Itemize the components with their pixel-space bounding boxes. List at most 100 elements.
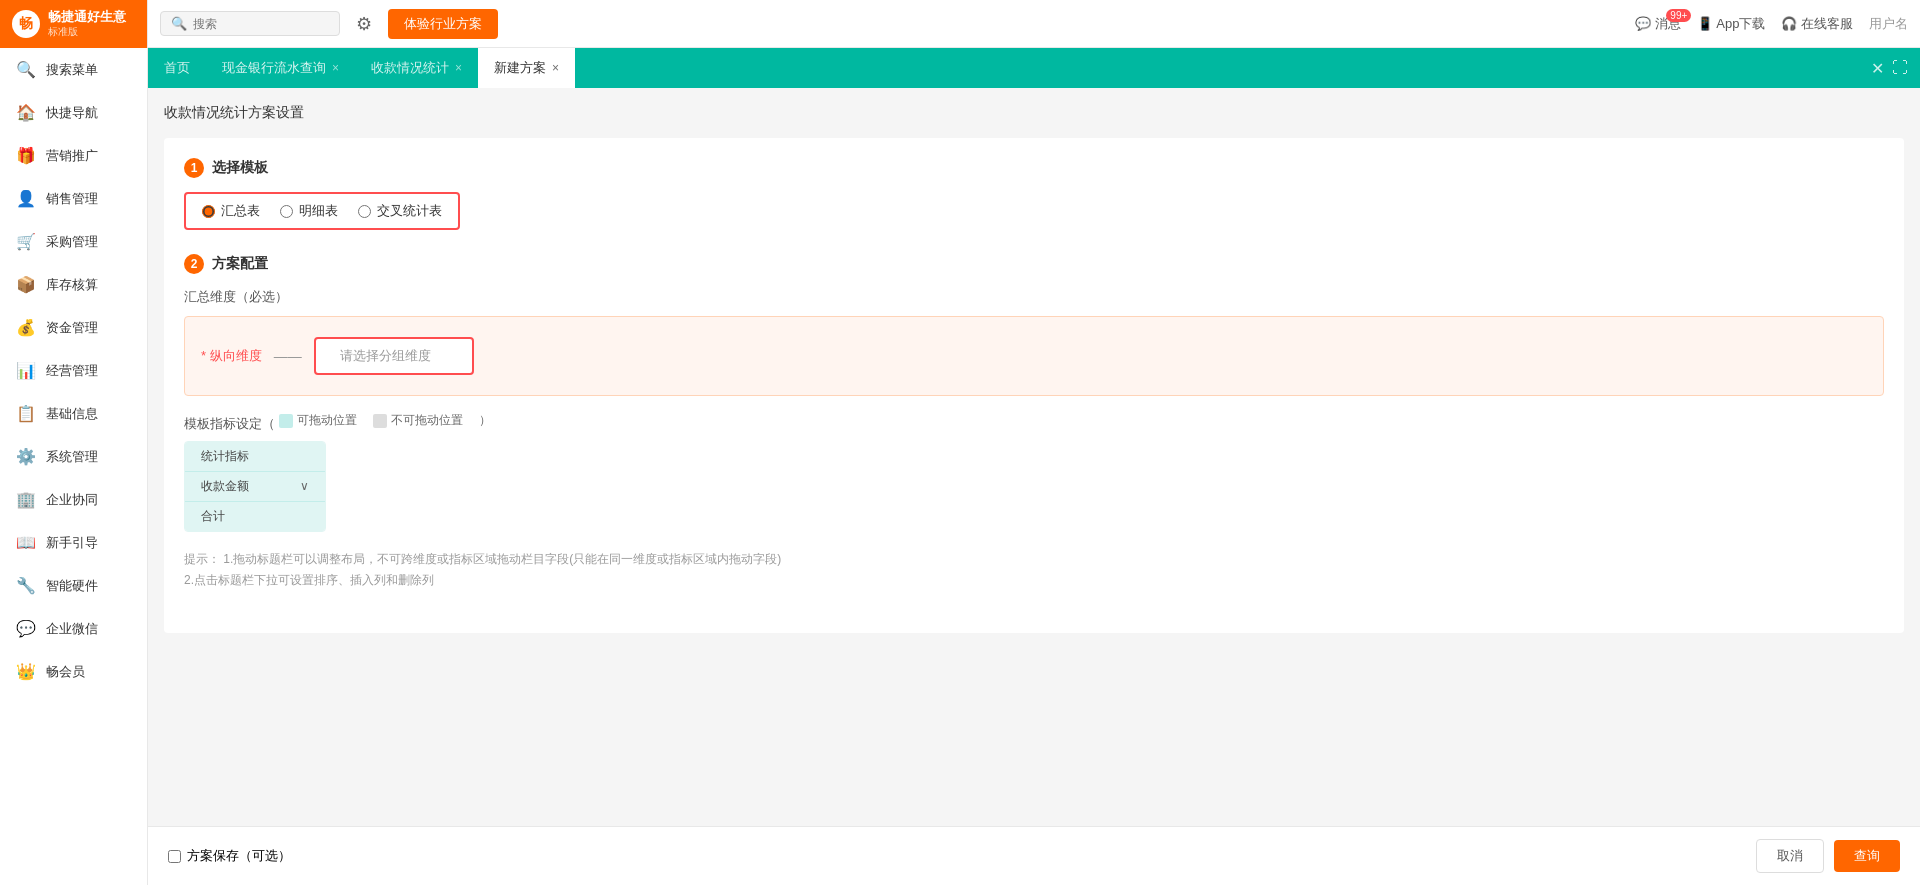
book-icon: 📖 [16,533,36,552]
legend-non-draggable: 不可拖动位置 [373,412,463,429]
radio-detail-input[interactable] [280,205,293,218]
sidebar-item-enterprise[interactable]: 🏢 企业协同 [0,478,147,521]
tab-new-plan[interactable]: 新建方案 × [478,48,575,88]
tab-home[interactable]: 首页 [148,48,206,88]
tabbar-actions: ✕ ⛶ [1871,59,1920,78]
hints-area: 提示： 1.拖动标题栏可以调整布局，不可跨维度或指标区域拖动栏目字段(只能在同一… [184,551,1884,589]
sidebar-item-inventory[interactable]: 📦 库存核算 [0,263,147,306]
section1-num: 1 [184,158,204,178]
metrics-total-row: 合计 [185,502,325,531]
settings-icon[interactable]: ⚙ [356,13,372,35]
logo-text: 畅捷通好生意 标准版 [48,9,126,39]
section2-label: 方案配置 [212,255,268,273]
tab-close-receipt-stat[interactable]: × [455,61,462,75]
radio-cross[interactable]: 交叉统计表 [358,202,442,220]
dimension-area: * 纵向维度 —— 请选择分组维度 [184,316,1884,396]
download-icon: 📱 [1697,16,1713,31]
sidebar-item-quick-nav[interactable]: 🏠 快捷导航 [0,91,147,134]
tab-close-new-plan[interactable]: × [552,61,559,75]
sidebar-item-marketing[interactable]: 🎁 营销推广 [0,134,147,177]
sidebar-item-wechat[interactable]: 💬 企业微信 [0,607,147,650]
main-area: 🔍 ⚙ 体验行业方案 💬 消息 99+ 📱 App下载 🎧 在线客服 用户名 [148,0,1920,885]
search-icon: 🔍 [171,16,187,31]
section2-num: 2 [184,254,204,274]
sidebar-item-guide[interactable]: 📖 新手引导 [0,521,147,564]
search-icon: 🔍 [16,60,36,79]
query-button[interactable]: 查询 [1834,840,1900,872]
metrics-section-label: 模板指标设定（ 可拖动位置 不可拖动位置 ） [184,412,1884,433]
dimension-row: * 纵向维度 —— 请选择分组维度 [201,337,1867,375]
footer-bar: 方案保存（可选） 取消 查询 [148,826,1920,885]
metrics-legend: 可拖动位置 不可拖动位置 ） [279,412,491,429]
metrics-sub-section: 模板指标设定（ 可拖动位置 不可拖动位置 ） [184,412,1884,535]
building-icon: 🏢 [16,490,36,509]
content-area: 收款情况统计方案设置 1 选择模板 汇总表 明细表 [148,88,1920,826]
section-config: 2 方案配置 汇总维度（必选） * 纵向维度 —— 请选择分组维度 [184,254,1884,589]
gear-icon: ⚙️ [16,447,36,466]
radio-summary[interactable]: 汇总表 [202,202,260,220]
main-card: 1 选择模板 汇总表 明细表 交叉统计表 [164,138,1904,633]
dimension-select[interactable]: 请选择分组维度 [314,337,474,375]
tabbar: 首页 现金银行流水查询 × 收款情况统计 × 新建方案 × ✕ ⛶ [148,48,1920,88]
metrics-grid: 统计指标 收款金额 ∨ 合计 [184,441,326,532]
non-draggable-box [373,414,387,428]
metrics-header: 统计指标 [185,442,325,472]
sidebar-logo: 畅 畅捷通好生意 标准版 [0,0,147,48]
hint-1: 提示： 1.拖动标题栏可以调整布局，不可跨维度或指标区域拖动栏目字段(只能在同一… [184,551,1884,568]
tab-expand-icon[interactable]: ⛶ [1892,59,1908,77]
cancel-button[interactable]: 取消 [1756,839,1824,873]
save-plan-checkbox[interactable] [168,850,181,863]
arrow-right-icon: —— [274,348,302,364]
trial-button[interactable]: 体验行业方案 [388,9,498,39]
dimension-sub-section: 汇总维度（必选） * 纵向维度 —— 请选择分组维度 [184,288,1884,396]
user-info[interactable]: 用户名 [1869,15,1908,33]
wechat-icon: 💬 [16,619,36,638]
sidebar-item-sales[interactable]: 👤 销售管理 [0,177,147,220]
vertical-dimension-label: * 纵向维度 [201,347,262,365]
column-dropdown-icon[interactable]: ∨ [300,479,309,493]
app-download[interactable]: 📱 App下载 [1697,15,1765,33]
tab-bank-flow[interactable]: 现金银行流水查询 × [206,48,355,88]
metrics-column-header[interactable]: 收款金额 ∨ [185,472,325,502]
hint-2: 2.点击标题栏下拉可设置排序、插入列和删除列 [184,572,1884,589]
sidebar-item-basic[interactable]: 📋 基础信息 [0,392,147,435]
sidebar-item-capital[interactable]: 💰 资金管理 [0,306,147,349]
message-icon: 💬 [1635,16,1651,31]
tab-close-bank-flow[interactable]: × [332,61,339,75]
sidebar-item-search[interactable]: 🔍 搜索菜单 [0,48,147,91]
sidebar-item-operations[interactable]: 📊 经营管理 [0,349,147,392]
dimension-sub-title: 汇总维度（必选） [184,288,1884,306]
section1-title: 1 选择模板 [184,158,1884,178]
online-service[interactable]: 🎧 在线客服 [1781,15,1853,33]
box-icon: 📦 [16,275,36,294]
tab-close-all-icon[interactable]: ✕ [1871,59,1884,78]
badge-count: 99+ [1666,9,1691,22]
hardware-icon: 🔧 [16,576,36,595]
topbar: 🔍 ⚙ 体验行业方案 💬 消息 99+ 📱 App下载 🎧 在线客服 用户名 [148,0,1920,48]
radio-summary-label: 汇总表 [221,202,260,220]
gift-icon: 🎁 [16,146,36,165]
radio-cross-input[interactable] [358,205,371,218]
search-box[interactable]: 🔍 [160,11,340,36]
logo-icon: 畅 [12,10,40,38]
sidebar-item-member[interactable]: 👑 畅会员 [0,650,147,693]
radio-cross-label: 交叉统计表 [377,202,442,220]
radio-summary-input[interactable] [202,205,215,218]
section2-title: 2 方案配置 [184,254,1884,274]
search-input[interactable] [193,17,333,31]
message-badge[interactable]: 💬 消息 99+ [1635,15,1681,33]
chart-icon: 📊 [16,361,36,380]
section-template: 1 选择模板 汇总表 明细表 交叉统计表 [184,158,1884,230]
save-option[interactable]: 方案保存（可选） [168,847,291,865]
crown-icon: 👑 [16,662,36,681]
sidebar-item-system[interactable]: ⚙️ 系统管理 [0,435,147,478]
page-title: 收款情况统计方案设置 [164,104,1904,122]
list-icon: 📋 [16,404,36,423]
home-icon: 🏠 [16,103,36,122]
radio-detail[interactable]: 明细表 [280,202,338,220]
draggable-box [279,414,293,428]
tab-receipt-stat[interactable]: 收款情况统计 × [355,48,478,88]
save-plan-label: 方案保存（可选） [187,847,291,865]
sidebar-item-purchase[interactable]: 🛒 采购管理 [0,220,147,263]
sidebar-item-hardware[interactable]: 🔧 智能硬件 [0,564,147,607]
